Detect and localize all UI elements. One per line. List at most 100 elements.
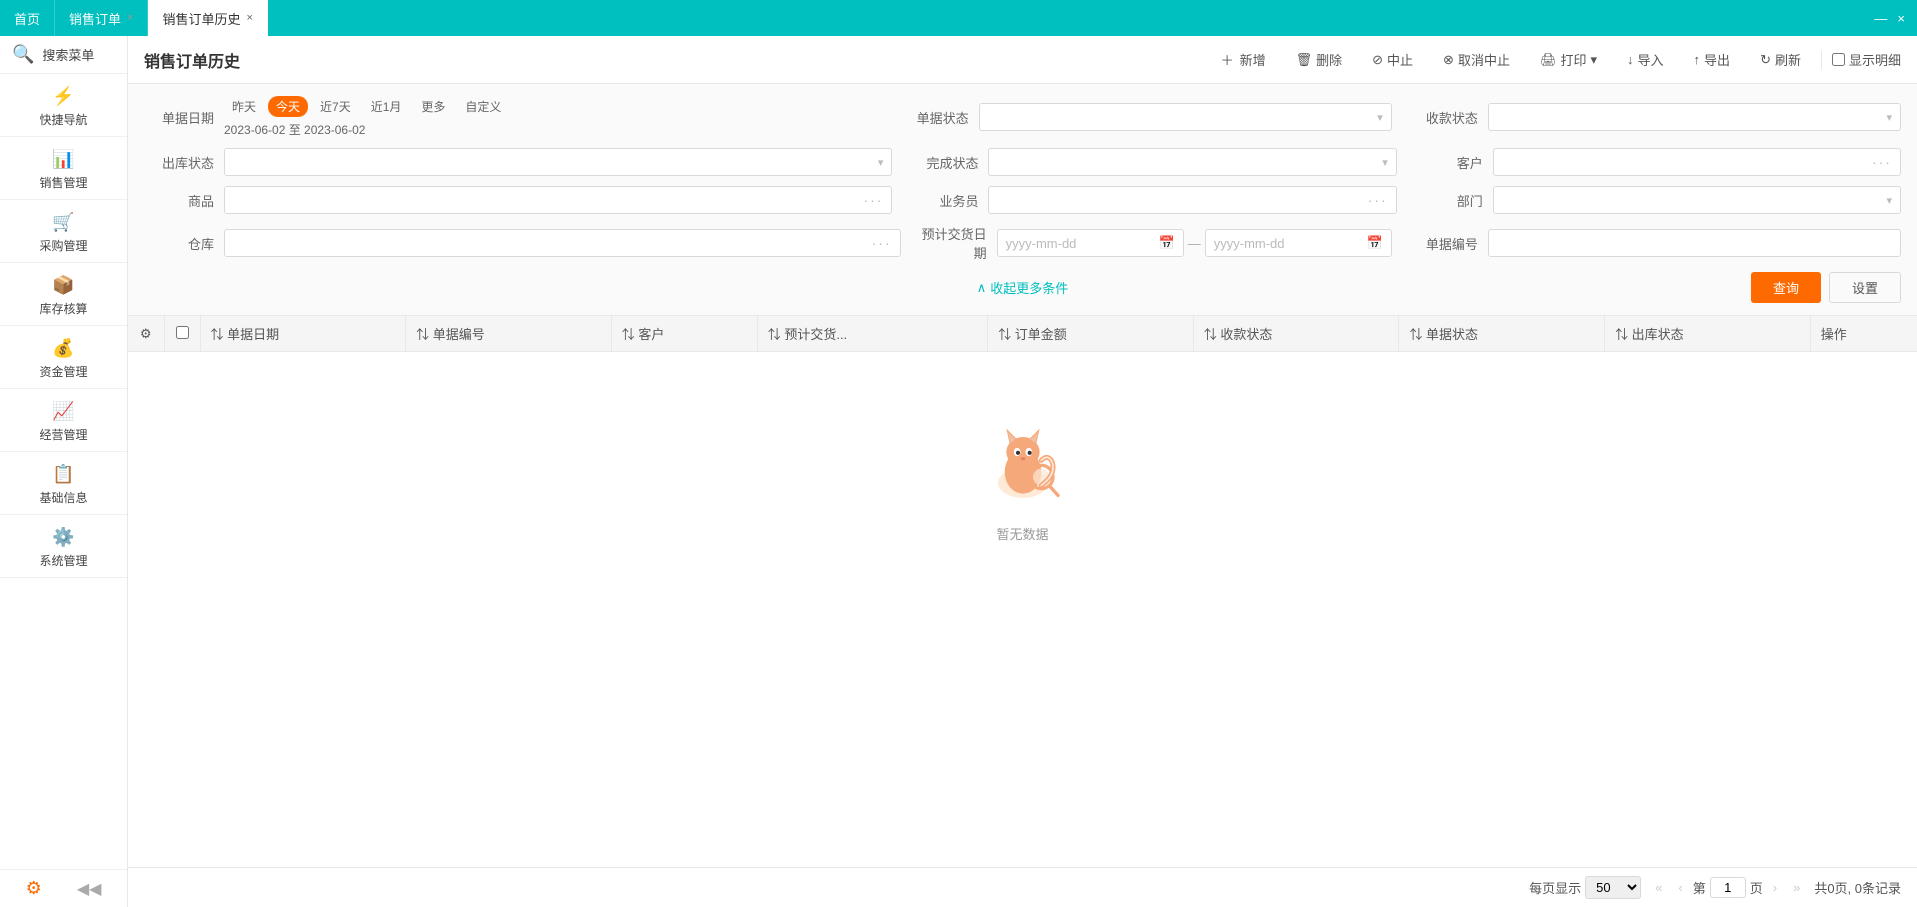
complete-status-input[interactable]: ▾ <box>988 148 1396 176</box>
filter-area: 单据日期 昨天 今天 近7天 近1月 更多 自定义 2023-06-02 至 2… <box>128 84 1917 316</box>
close-tab-sales-order-history[interactable]: × <box>246 12 252 24</box>
next-page-btn[interactable]: › <box>1767 878 1783 897</box>
order-status-input[interactable]: ▾ <box>979 103 1392 131</box>
date-separator: — <box>1188 236 1201 251</box>
settings-filter-label: 设置 <box>1852 278 1878 297</box>
salesman-input[interactable]: ··· <box>988 186 1396 214</box>
sidebar-item-sys-mgmt[interactable]: ⚙️ 系统管理 <box>0 515 127 578</box>
col-checkbox[interactable] <box>164 316 200 352</box>
empty-text: 暂无数据 <box>996 524 1048 543</box>
sidebar-item-purchase-mgmt[interactable]: 🛒 采购管理 <box>0 200 127 263</box>
date-chip-custom[interactable]: 自定义 <box>457 96 509 117</box>
col-customer-label: ⇅ 客户 <box>622 327 665 342</box>
filter-row-4: 仓库 ··· 预计交货日期 yyyy-mm-dd 📅 — yyyy-mm-dd … <box>144 224 1901 262</box>
collapse-button[interactable]: ∧ 收起更多条件 <box>977 274 1069 301</box>
sidebar: 🔍 搜索菜单 ⚡ 快捷导航 📊 销售管理 🛒 采购管理 📦 库存核算 💰 资金管… <box>0 36 128 907</box>
salesman-label: 业务员 <box>908 191 988 210</box>
import-icon: ↓ <box>1627 52 1634 67</box>
date-chip-more[interactable]: 更多 <box>413 96 453 117</box>
sidebar-item-label-inventory: 库存核算 <box>39 300 87 317</box>
goods-input[interactable]: ··· <box>224 186 892 214</box>
toolbar: ＋ 新增 🗑 删除 ⊘ 中止 ⊗ 取消中止 🖨 打印 <box>1211 46 1901 73</box>
last-page-btn[interactable]: » <box>1787 878 1806 897</box>
sidebar-item-label-sales: 销售管理 <box>39 174 87 191</box>
empty-illustration <box>973 412 1073 512</box>
col-payment-status: ⇅ 收款状态 <box>1193 316 1399 352</box>
tab-sales-order[interactable]: 销售订单 × <box>55 0 148 36</box>
date-chip-yesterday[interactable]: 昨天 <box>224 96 264 117</box>
close-tab-sales-order[interactable]: × <box>127 12 133 24</box>
new-button[interactable]: ＋ 新增 <box>1211 46 1276 73</box>
tab-sales-order-history[interactable]: 销售订单历史 × <box>148 0 267 36</box>
payment-status-input[interactable]: ▾ <box>1488 103 1901 131</box>
collapse-up-icon: ∧ <box>977 280 987 296</box>
date-chip-7days[interactable]: 近7天 <box>312 96 359 117</box>
date-chip-today[interactable]: 今天 <box>268 96 308 117</box>
minimize-btn[interactable]: — <box>1874 11 1887 26</box>
close-btn[interactable]: × <box>1897 11 1905 26</box>
empty-state: 暂无数据 <box>128 352 1917 603</box>
table-settings-icon[interactable]: ⚙ <box>140 326 152 341</box>
print-button[interactable]: 🖨 打印 ▾ <box>1530 46 1607 73</box>
sidebar-item-label-base-info: 基础信息 <box>39 489 87 506</box>
payment-status-arrow-icon: ▾ <box>1886 111 1892 124</box>
salesman-dots-icon: ··· <box>1368 192 1388 208</box>
col-order-status: ⇅ 单据状态 <box>1399 316 1605 352</box>
page-size-dropdown[interactable]: 20 50 100 <box>1585 876 1641 899</box>
dept-input[interactable]: ▾ <box>1493 186 1901 214</box>
refresh-button[interactable]: ↻ 刷新 <box>1750 46 1811 73</box>
export-button[interactable]: ↑ 导出 <box>1684 46 1741 73</box>
page-size-label: 每页显示 <box>1529 878 1581 897</box>
out-status-input[interactable]: ▾ <box>224 148 892 176</box>
page-number-input[interactable] <box>1710 877 1746 898</box>
refresh-icon: ↻ <box>1760 52 1771 68</box>
sidebar-item-label-finance: 资金管理 <box>39 363 87 380</box>
customer-input[interactable]: ··· <box>1493 148 1901 176</box>
prev-page-btn[interactable]: ‹ <box>1672 878 1688 897</box>
sidebar-item-label-sys-mgmt: 系统管理 <box>39 552 87 569</box>
cancel-stop-button[interactable]: ⊗ 取消中止 <box>1433 46 1520 73</box>
first-page-btn[interactable]: « <box>1649 878 1668 897</box>
select-all-checkbox[interactable] <box>176 326 189 339</box>
sidebar-collapse-icon[interactable]: ◀◀ <box>77 879 102 899</box>
stop-label: 中止 <box>1387 50 1413 69</box>
sidebar-item-finance[interactable]: 💰 资金管理 <box>0 326 127 389</box>
col-expected-date-label: ⇅ 预计交货... <box>768 327 847 342</box>
col-settings[interactable]: ⚙ <box>128 316 164 352</box>
toolbar-divider <box>1821 51 1822 69</box>
expected-date-to[interactable]: yyyy-mm-dd 📅 <box>1205 229 1392 257</box>
display-checkbox[interactable] <box>1832 53 1845 66</box>
warehouse-input[interactable]: ··· <box>224 229 901 257</box>
expected-date-from[interactable]: yyyy-mm-dd 📅 <box>997 229 1184 257</box>
date-chip-1month[interactable]: 近1月 <box>363 96 410 117</box>
col-date: ⇅ 单据日期 <box>200 316 406 352</box>
import-button[interactable]: ↓ 导入 <box>1617 46 1674 73</box>
display-toggle[interactable]: 显示明细 <box>1832 50 1901 69</box>
col-action-label: 操作 <box>1821 327 1847 342</box>
filter-row-2: 出库状态 ▾ 完成状态 ▾ 客户 ··· <box>144 148 1901 176</box>
query-button[interactable]: 查询 <box>1751 272 1821 303</box>
settings-filter-button[interactable]: 设置 <box>1829 272 1901 303</box>
order-no-input[interactable] <box>1488 229 1901 257</box>
sidebar-item-base-info[interactable]: 📋 基础信息 <box>0 452 127 515</box>
finance-icon: 💰 <box>52 338 74 359</box>
sidebar-item-operations[interactable]: 📈 经营管理 <box>0 389 127 452</box>
query-label: 查询 <box>1773 278 1799 297</box>
sidebar-item-inventory[interactable]: 📦 库存核算 <box>0 263 127 326</box>
order-status-label: 单据状态 <box>899 108 979 127</box>
tab-home[interactable]: 首页 <box>0 0 55 36</box>
stop-button[interactable]: ⊘ 中止 <box>1362 46 1423 73</box>
order-no-label: 单据编号 <box>1408 234 1488 253</box>
delete-button[interactable]: 🗑 删除 <box>1286 46 1353 73</box>
out-status-label: 出库状态 <box>144 153 224 172</box>
payment-status-label: 收款状态 <box>1408 108 1488 127</box>
sidebar-item-search-menu[interactable]: 🔍 搜索菜单 <box>0 36 127 74</box>
customer-dots-icon: ··· <box>1872 154 1892 170</box>
sidebar-item-quick-nav[interactable]: ⚡ 快捷导航 <box>0 74 127 137</box>
col-amount-label: ⇅ 订单金额 <box>998 327 1067 342</box>
sidebar-item-sales-mgmt[interactable]: 📊 销售管理 <box>0 137 127 200</box>
sidebar-settings-icon[interactable]: ⚙ <box>26 878 42 899</box>
sidebar-item-label-quick-nav: 快捷导航 <box>39 111 87 128</box>
new-icon: ＋ <box>1221 50 1234 69</box>
filter-row-3: 商品 ··· 业务员 ··· 部门 ▾ <box>144 186 1901 214</box>
